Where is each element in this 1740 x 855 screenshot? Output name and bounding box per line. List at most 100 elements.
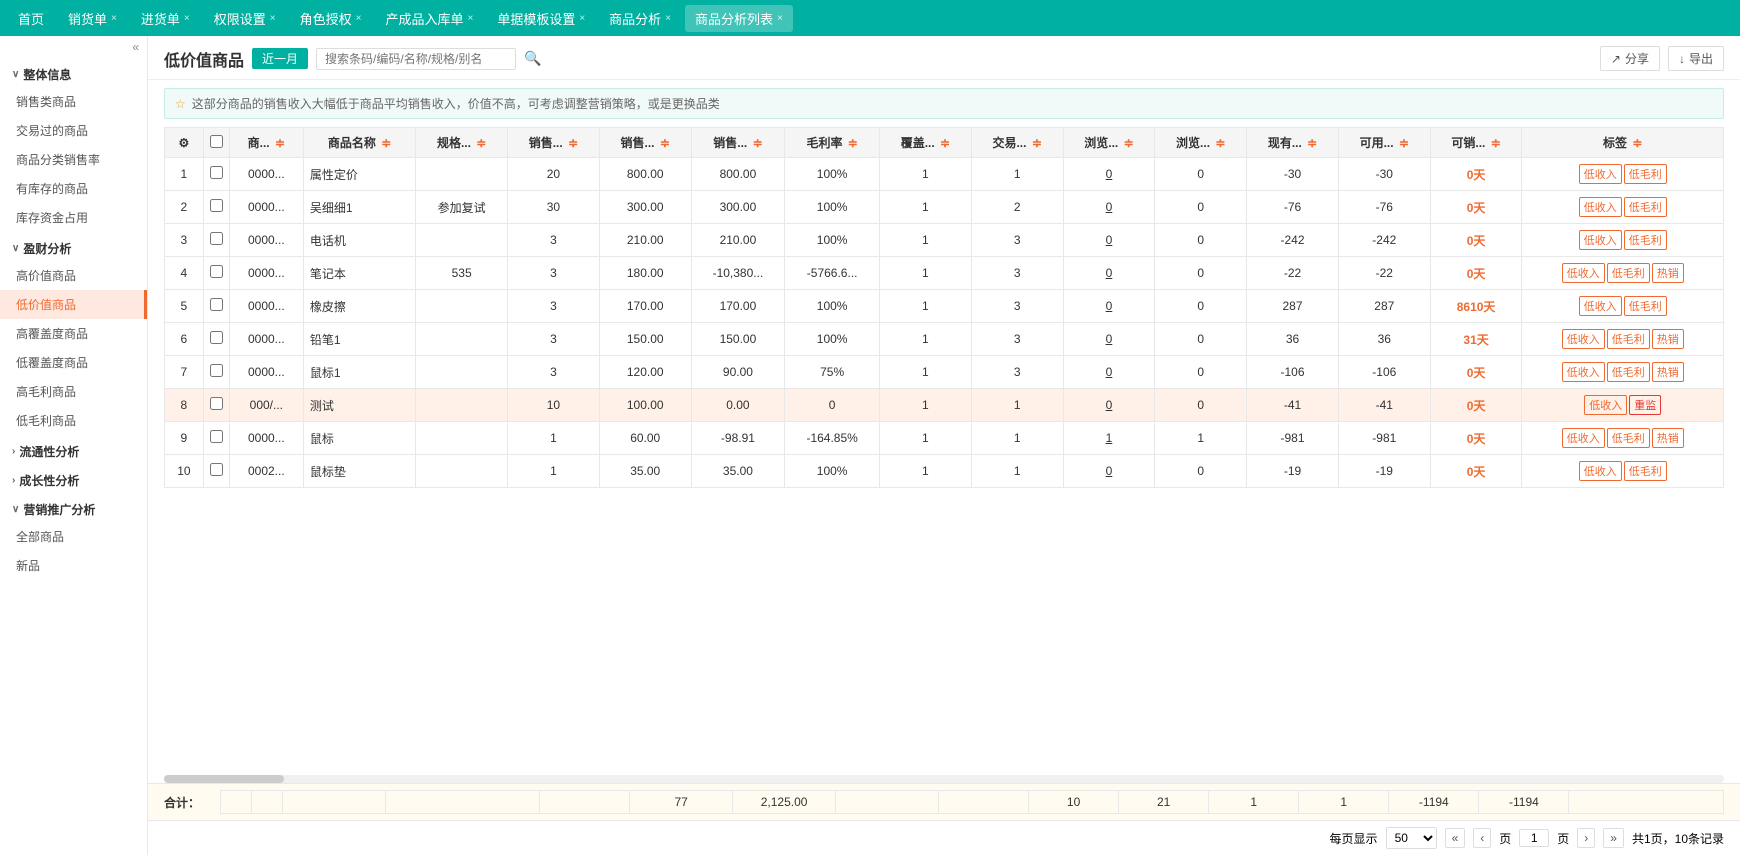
last-page-button[interactable]: » — [1603, 828, 1624, 848]
sidebar-item-库存资金占用[interactable]: 库存资金占用 — [0, 203, 147, 232]
close-icon[interactable]: × — [111, 13, 117, 24]
row-col11-link[interactable]: 0 — [1106, 233, 1113, 247]
close-icon[interactable]: × — [777, 13, 783, 24]
row-checkbox-cell[interactable] — [203, 257, 229, 290]
row-checkbox-cell[interactable] — [203, 323, 229, 356]
row-col11-link[interactable]: 0 — [1106, 299, 1113, 313]
row-col11-link[interactable]: 1 — [1106, 431, 1113, 445]
tag-热销: 热销 — [1652, 362, 1684, 382]
close-icon[interactable]: × — [665, 13, 671, 24]
row-col11-link[interactable]: 0 — [1106, 167, 1113, 181]
sidebar-item-新品[interactable]: 新品 — [0, 551, 147, 580]
nav-item-8[interactable]: 商品分析列表 × — [685, 5, 793, 32]
sidebar-item-交易过的商品[interactable]: 交易过的商品 — [0, 116, 147, 145]
search-input[interactable] — [316, 48, 516, 70]
export-button[interactable]: ↓ 导出 — [1668, 46, 1724, 71]
nav-item-6[interactable]: 单据模板设置 × — [487, 5, 595, 32]
total-info: 共1页，10条记录 — [1632, 830, 1724, 847]
row-checkbox-cell[interactable] — [203, 158, 229, 191]
sidebar-item-有库存的商品[interactable]: 有库存的商品 — [0, 174, 147, 203]
th-available[interactable]: 可用... ≑ — [1338, 128, 1430, 158]
th-coverage[interactable]: 覆盖... ≑ — [880, 128, 972, 158]
table-scrollbar[interactable] — [164, 775, 1724, 783]
th-current[interactable]: 现有... ≑ — [1247, 128, 1339, 158]
row-checkbox[interactable] — [210, 298, 223, 311]
current-page-input[interactable] — [1519, 829, 1549, 847]
sidebar-item-低覆盖度商品[interactable]: 低覆盖度商品 — [0, 348, 147, 377]
th-margin[interactable]: 毛利率 ≑ — [785, 128, 880, 158]
nav-item-4[interactable]: 角色授权 × — [290, 5, 372, 32]
th-settings[interactable]: ⚙ — [165, 128, 204, 158]
search-icon[interactable]: 🔍 — [524, 50, 541, 67]
prev-page-button[interactable]: ‹ — [1473, 828, 1491, 848]
row-checkbox-cell[interactable] — [203, 389, 229, 422]
sidebar-item-全部商品[interactable]: 全部商品 — [0, 522, 147, 551]
close-icon[interactable]: × — [467, 13, 473, 24]
sidebar-item-高价值商品[interactable]: 高价值商品 — [0, 261, 147, 290]
next-page-button[interactable]: › — [1577, 828, 1595, 848]
sidebar-item-低价值商品[interactable]: 低价值商品 — [0, 290, 147, 319]
nav-item-3[interactable]: 权限设置 × — [204, 5, 286, 32]
row-checkbox-cell[interactable] — [203, 455, 229, 488]
th-saleable[interactable]: 可销... ≑ — [1430, 128, 1522, 158]
row-col11-link[interactable]: 0 — [1106, 332, 1113, 346]
nav-item-0[interactable]: 首页 — [8, 5, 54, 32]
close-icon[interactable]: × — [270, 13, 276, 24]
sidebar-item-高毛利商品[interactable]: 高毛利商品 — [0, 377, 147, 406]
sidebar-group-3[interactable]: › 成长性分析 — [0, 464, 147, 493]
share-button[interactable]: ↗ 分享 — [1600, 46, 1660, 71]
sidebar-group-4[interactable]: ∨ 营销推广分析 — [0, 493, 147, 522]
select-all-checkbox[interactable] — [210, 135, 223, 148]
row-checkbox[interactable] — [210, 397, 223, 410]
sidebar-group-1[interactable]: ∨ 盈财分析 — [0, 232, 147, 261]
nav-item-7[interactable]: 商品分析 × — [599, 5, 681, 32]
th-browse2[interactable]: 浏览... ≑ — [1155, 128, 1247, 158]
sidebar-group-2[interactable]: › 流通性分析 — [0, 435, 147, 464]
row-checkbox[interactable] — [210, 199, 223, 212]
th-sales3[interactable]: 销售... ≑ — [691, 128, 785, 158]
nav-item-2[interactable]: 进货单 × — [131, 5, 200, 32]
page-size-select[interactable]: 50 100 — [1386, 827, 1437, 849]
th-sales1[interactable]: 销售... ≑ — [508, 128, 600, 158]
th-tags[interactable]: 标签 ≑ — [1522, 128, 1724, 158]
th-code[interactable]: 商... ≑ — [229, 128, 303, 158]
sidebar-item-低毛利商品[interactable]: 低毛利商品 — [0, 406, 147, 435]
row-checkbox[interactable] — [210, 430, 223, 443]
th-name[interactable]: 商品名称 ≑ — [303, 128, 415, 158]
row-col11-link[interactable]: 0 — [1106, 266, 1113, 280]
table-container[interactable]: ⚙ 商... ≑ 商品名称 ≑ 规格... ≑ 销售... ≑ 销售... ≑ … — [148, 127, 1740, 775]
row-checkbox-cell[interactable] — [203, 356, 229, 389]
row-checkbox[interactable] — [210, 364, 223, 377]
sidebar-collapse-button[interactable]: « — [0, 36, 147, 58]
table-scrollbar-thumb[interactable] — [164, 775, 284, 783]
row-checkbox[interactable] — [210, 265, 223, 278]
nav-item-5[interactable]: 产成品入库单 × — [375, 5, 483, 32]
close-icon[interactable]: × — [579, 13, 585, 24]
close-icon[interactable]: × — [356, 13, 362, 24]
row-col11-link[interactable]: 0 — [1106, 398, 1113, 412]
th-spec[interactable]: 规格... ≑ — [416, 128, 508, 158]
th-sales2[interactable]: 销售... ≑ — [599, 128, 691, 158]
row-checkbox[interactable] — [210, 463, 223, 476]
row-checkbox[interactable] — [210, 331, 223, 344]
nav-item-1[interactable]: 销货单 × — [58, 5, 127, 32]
row-col11-link[interactable]: 0 — [1106, 200, 1113, 214]
sidebar-item-商品分类销售率[interactable]: 商品分类销售率 — [0, 145, 147, 174]
row-checkbox-cell[interactable] — [203, 224, 229, 257]
row-checkbox-cell[interactable] — [203, 290, 229, 323]
first-page-button[interactable]: « — [1445, 828, 1466, 848]
row-col11-link[interactable]: 0 — [1106, 365, 1113, 379]
th-transaction[interactable]: 交易... ≑ — [971, 128, 1063, 158]
close-icon[interactable]: × — [184, 13, 190, 24]
sidebar-group-0[interactable]: ∨ 整体信息 — [0, 58, 147, 87]
th-browse1[interactable]: 浏览... ≑ — [1063, 128, 1155, 158]
row-checkbox[interactable] — [210, 166, 223, 179]
sidebar-item-销售类商品[interactable]: 销售类商品 — [0, 87, 147, 116]
row-checkbox-cell[interactable] — [203, 191, 229, 224]
row-checkbox-cell[interactable] — [203, 422, 229, 455]
row-col10: 3 — [971, 290, 1063, 323]
sidebar-item-高覆盖度商品[interactable]: 高覆盖度商品 — [0, 319, 147, 348]
row-col11-link[interactable]: 0 — [1106, 464, 1113, 478]
period-button[interactable]: 近一月 — [252, 48, 308, 69]
row-checkbox[interactable] — [210, 232, 223, 245]
